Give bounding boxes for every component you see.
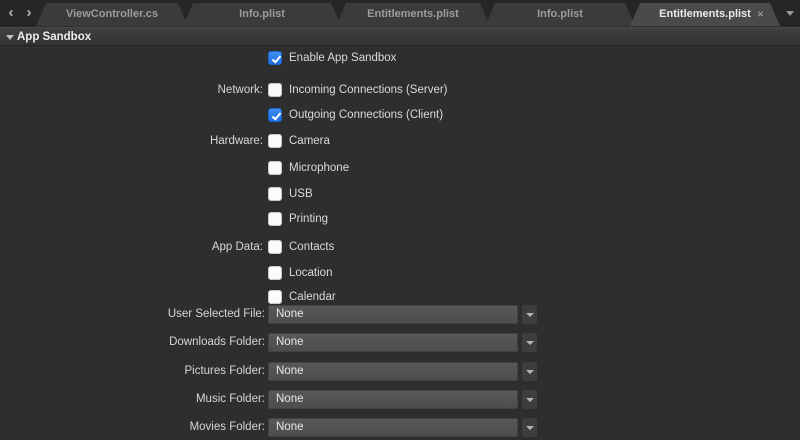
tab-label: Info.plist — [537, 8, 583, 20]
tab-viewcontroller-cs[interactable]: ViewController.cs — [36, 3, 188, 26]
group-label: App Data: — [211, 241, 263, 253]
checkbox-label[interactable]: Location — [289, 266, 332, 281]
tab-bar: ‹ › ViewController.cs Info.plist Entitle… — [0, 0, 800, 26]
checkbox-label[interactable]: USB — [289, 187, 313, 202]
back-icon[interactable]: ‹ — [3, 1, 19, 25]
checkbox-location[interactable] — [268, 266, 282, 280]
form-row: Outgoing Connections (Client) — [0, 108, 800, 123]
checkbox-label[interactable]: Enable App Sandbox — [289, 51, 396, 66]
tab-info-plist-1[interactable]: Info.plist — [183, 3, 341, 26]
form-row: Calendar — [0, 290, 800, 305]
checkbox-microphone[interactable] — [268, 161, 282, 175]
checkbox-label[interactable]: Outgoing Connections (Client) — [289, 108, 443, 123]
form-row: Microphone — [0, 161, 800, 176]
form-row: Movies Folder: None — [0, 418, 800, 437]
dropdown-label: User Selected File: — [167, 308, 265, 320]
music-folder-dropdown[interactable]: None — [268, 390, 518, 409]
tab-label: Entitlements.plist — [367, 8, 459, 20]
dropdown-label: Music Folder: — [195, 393, 265, 405]
form-row: User Selected File: None — [0, 305, 800, 324]
form-row: Printing — [0, 212, 800, 227]
group-label: Hardware: — [209, 135, 263, 147]
entitlements-editor-window: ‹ › ViewController.cs Info.plist Entitle… — [0, 0, 800, 440]
disclosure-triangle-icon[interactable] — [6, 35, 14, 40]
dropdown-arrow-button[interactable] — [522, 305, 537, 324]
dropdown-label: Pictures Folder: — [184, 365, 265, 377]
checkbox-label[interactable]: Microphone — [289, 161, 349, 176]
chevron-down-icon — [525, 426, 534, 430]
tab-overflow-chevron-down-icon[interactable] — [786, 11, 794, 16]
tab-entitlements-plist-1[interactable]: Entitlements.plist — [336, 3, 490, 26]
section-title: App Sandbox — [17, 31, 92, 43]
form-row: Pictures Folder: None — [0, 362, 800, 381]
dropdown-value: None — [276, 365, 304, 377]
dropdown-arrow-button[interactable] — [522, 362, 537, 381]
checkbox-contacts[interactable] — [268, 240, 282, 254]
tab-label: Entitlements.plist — [659, 8, 751, 20]
dropdown-value: None — [276, 336, 304, 348]
checkbox-camera[interactable] — [268, 134, 282, 148]
pictures-folder-dropdown[interactable]: None — [268, 362, 518, 381]
dropdown-value: None — [276, 421, 304, 433]
form-row: Enable App Sandbox — [0, 51, 800, 66]
checkbox-label[interactable]: Incoming Connections (Server) — [289, 83, 448, 98]
dropdown-label: Movies Folder: — [189, 421, 265, 433]
chevron-down-icon — [525, 341, 534, 345]
chevron-down-icon — [525, 398, 534, 402]
checkbox-label[interactable]: Contacts — [289, 240, 334, 255]
form-row: USB — [0, 187, 800, 202]
dropdown-value: None — [276, 308, 304, 320]
form-row: App Data: Contacts — [0, 240, 800, 255]
user-selected-file-dropdown[interactable]: None — [268, 305, 518, 324]
checkbox-label[interactable]: Printing — [289, 212, 328, 227]
movies-folder-dropdown[interactable]: None — [268, 418, 518, 437]
dropdown-arrow-button[interactable] — [522, 333, 537, 352]
app-sandbox-section-header[interactable]: App Sandbox — [0, 27, 800, 46]
form-row: Hardware: Camera — [0, 134, 800, 149]
tab-info-plist-2[interactable]: Info.plist — [485, 3, 635, 26]
checkbox-printing[interactable] — [268, 212, 282, 226]
checkbox-calendar[interactable] — [268, 290, 282, 304]
forward-icon[interactable]: › — [21, 1, 37, 25]
form-row: Music Folder: None — [0, 390, 800, 409]
checkbox-enable-app-sandbox[interactable] — [268, 51, 282, 65]
close-icon[interactable]: × — [757, 3, 764, 26]
checkbox-label[interactable]: Camera — [289, 134, 330, 149]
dropdown-value: None — [276, 393, 304, 405]
tab-label: ViewController.cs — [65, 8, 159, 20]
form-row: Network: Incoming Connections (Server) — [0, 83, 800, 98]
tab-label: Info.plist — [239, 8, 285, 20]
checkbox-usb[interactable] — [268, 187, 282, 201]
tab-entitlements-plist-2[interactable]: Entitlements.plist × — [630, 3, 780, 26]
downloads-folder-dropdown[interactable]: None — [268, 333, 518, 352]
checkbox-outgoing-connections[interactable] — [268, 108, 282, 122]
navigation-buttons: ‹ › — [0, 0, 40, 26]
form-row: Downloads Folder: None — [0, 333, 800, 352]
checkbox-label[interactable]: Calendar — [289, 290, 336, 305]
dropdown-arrow-button[interactable] — [522, 390, 537, 409]
dropdown-label: Downloads Folder: — [169, 336, 265, 348]
checkbox-incoming-connections[interactable] — [268, 83, 282, 97]
group-label: Network: — [217, 84, 263, 96]
chevron-down-icon — [525, 313, 534, 317]
chevron-down-icon — [525, 370, 534, 374]
form-row: Location — [0, 266, 800, 281]
dropdown-arrow-button[interactable] — [522, 418, 537, 437]
